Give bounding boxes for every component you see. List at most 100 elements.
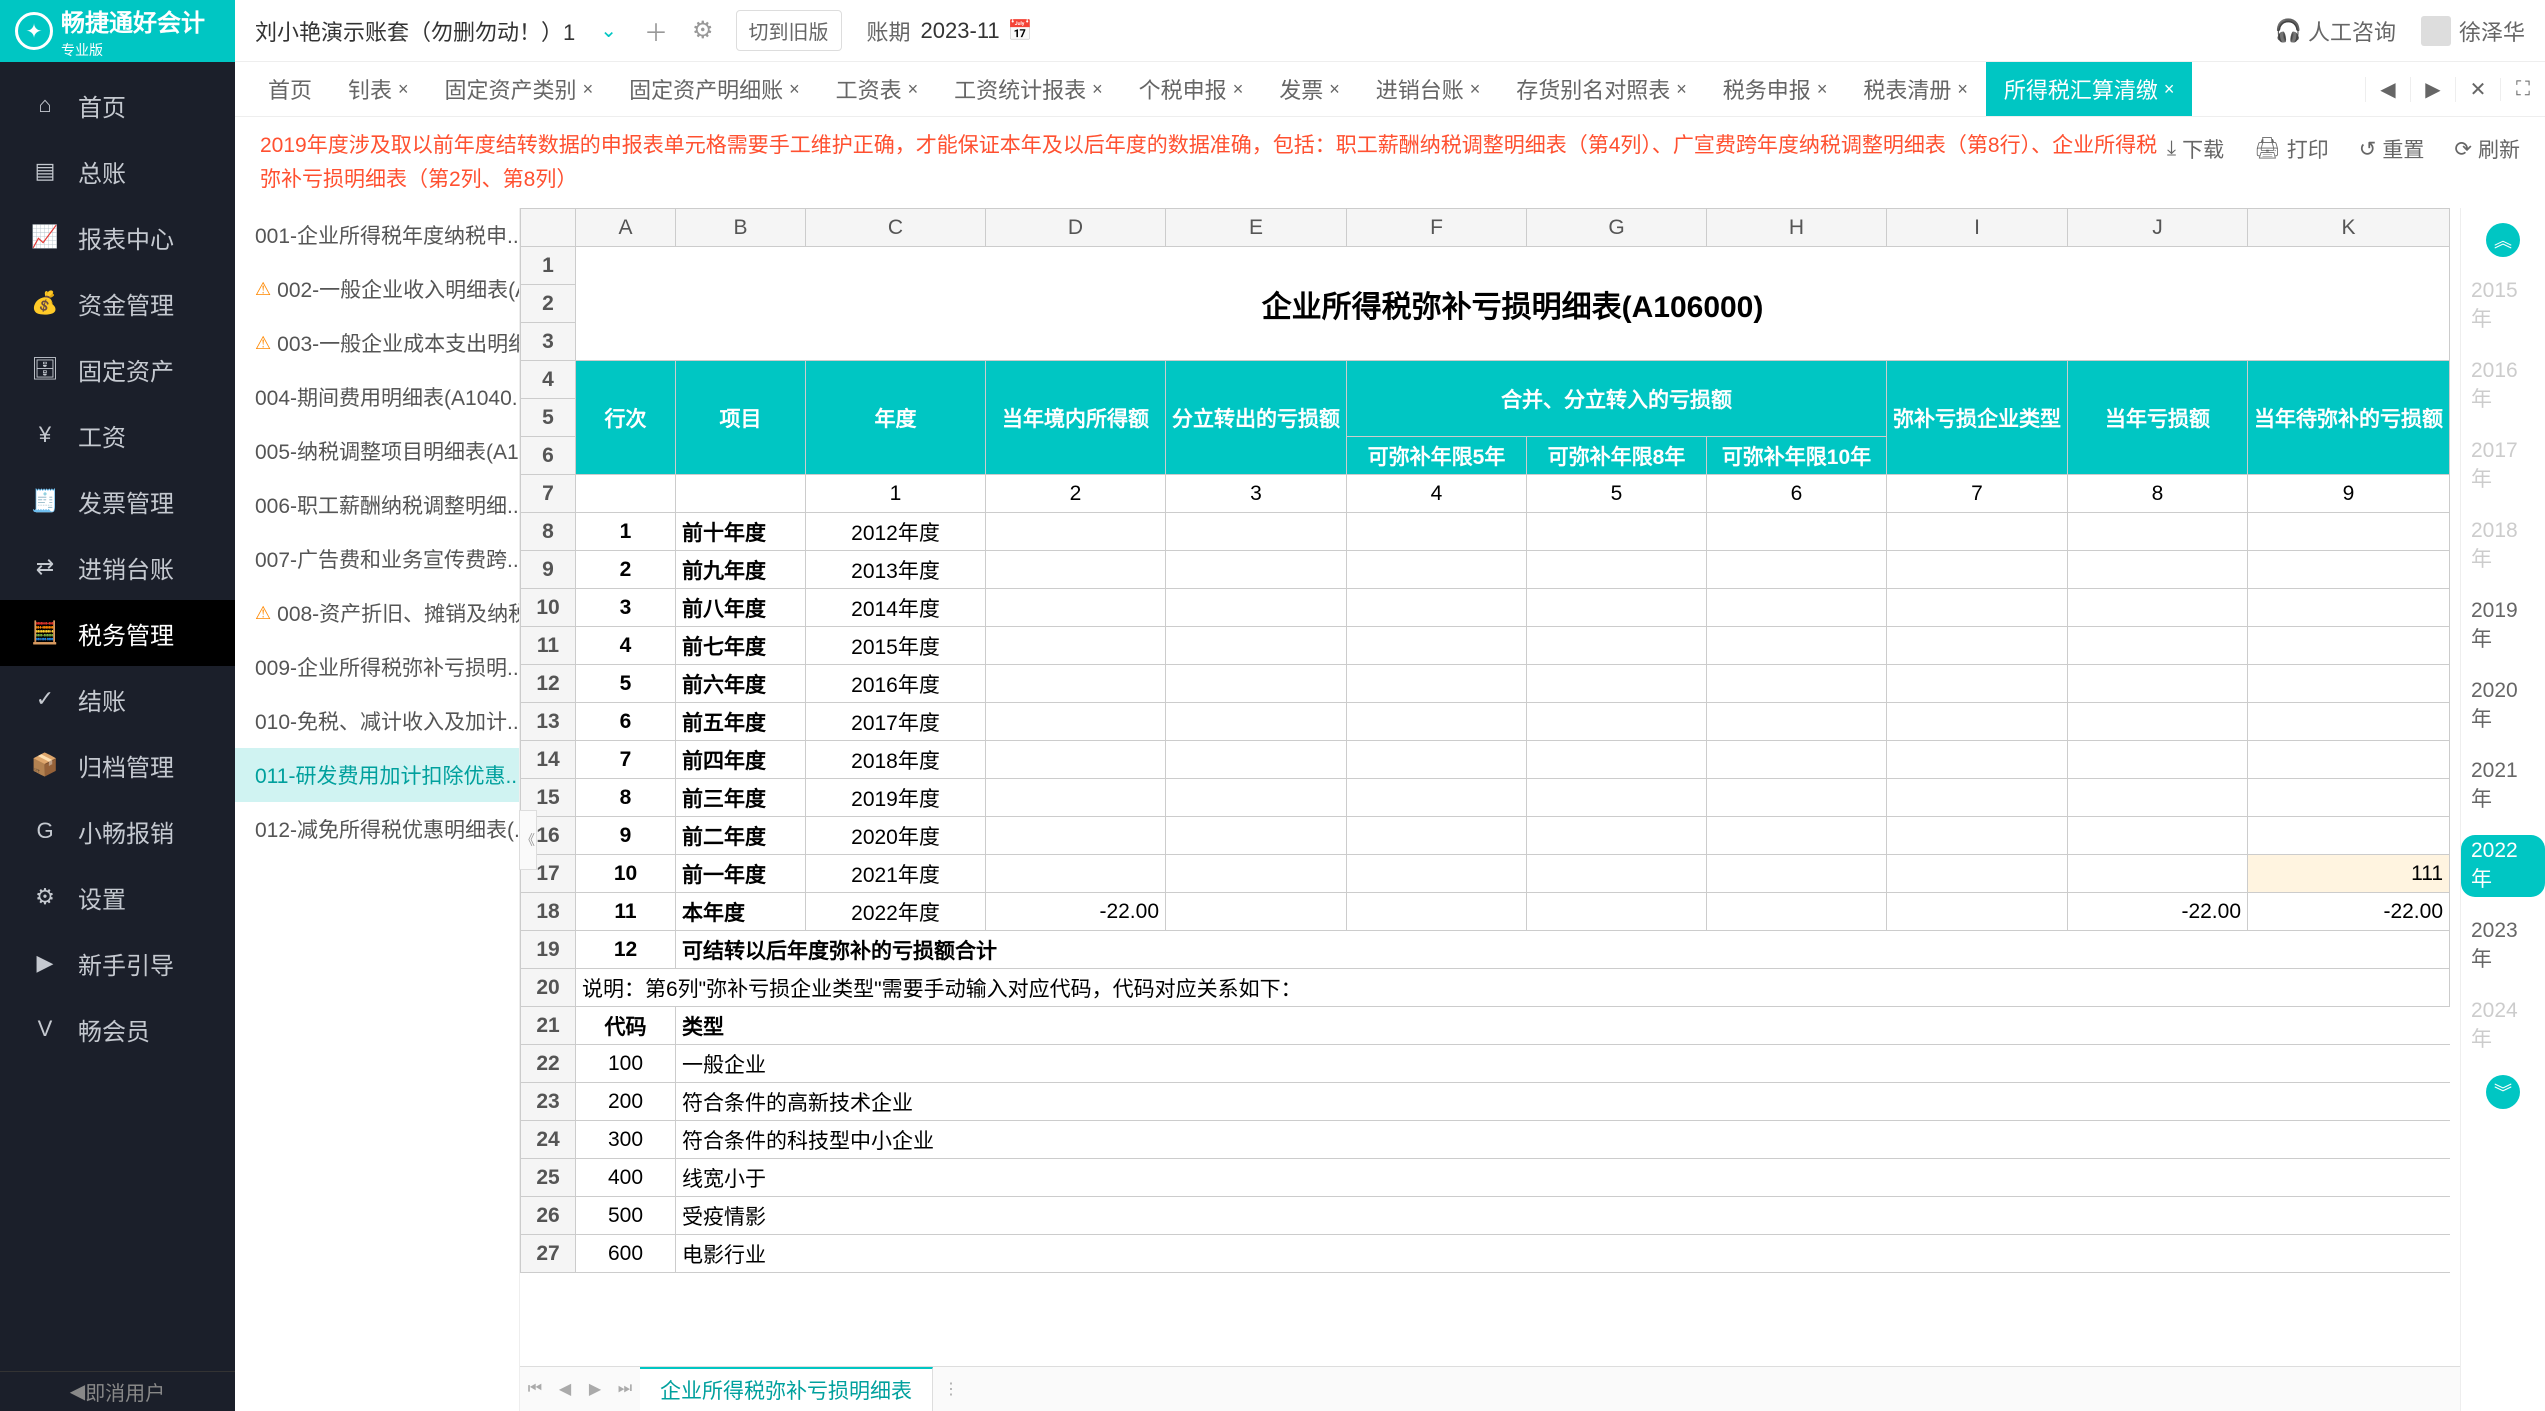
cell[interactable] [1887, 779, 2068, 817]
cell[interactable] [1347, 855, 1527, 893]
cell[interactable]: 前七年度 [676, 627, 806, 665]
cell[interactable]: 2013年度 [806, 551, 986, 589]
cell[interactable]: 6 [576, 703, 676, 741]
cell[interactable] [2248, 551, 2450, 589]
col-header[interactable]: F [1347, 209, 1527, 247]
cell[interactable]: -22.00 [986, 893, 1166, 931]
tab[interactable]: 税务申报× [1705, 62, 1846, 116]
sheet-next-icon[interactable]: ▶ [580, 1379, 610, 1399]
row-header[interactable]: 14 [521, 741, 576, 779]
row-header[interactable]: 4 [521, 361, 576, 399]
cell[interactable] [986, 779, 1166, 817]
row-header[interactable]: 24 [521, 1121, 576, 1159]
row-header[interactable]: 11 [521, 627, 576, 665]
cell[interactable] [1707, 893, 1887, 931]
cell[interactable]: 6 [1707, 475, 1887, 513]
cell[interactable] [2068, 665, 2248, 703]
close-icon[interactable]: × [1329, 79, 1340, 100]
cell[interactable] [1527, 665, 1707, 703]
cell[interactable]: 300 [576, 1121, 676, 1159]
cell[interactable] [1166, 893, 1347, 931]
cell[interactable] [2068, 779, 2248, 817]
cell[interactable] [1527, 855, 1707, 893]
cell[interactable]: 5 [1527, 475, 1707, 513]
sheet-prev-icon[interactable]: ◀ [550, 1379, 580, 1399]
cell[interactable] [1527, 741, 1707, 779]
cell[interactable]: 2019年度 [806, 779, 986, 817]
cell[interactable] [1887, 665, 2068, 703]
sidebar-item-fund[interactable]: 💰资金管理 [0, 270, 235, 336]
form-list-item[interactable]: ⚠003-一般企业成本支出明细... [235, 316, 519, 370]
row-header[interactable]: 10 [521, 589, 576, 627]
sheet-first-icon[interactable]: ⏮ [520, 1380, 550, 1398]
form-list-item[interactable]: 006-职工薪酬纳税调整明细... [235, 478, 519, 532]
close-icon[interactable]: × [1092, 79, 1103, 100]
cell[interactable]: 前八年度 [676, 589, 806, 627]
cell[interactable]: 1 [806, 475, 986, 513]
cell[interactable] [2248, 817, 2450, 855]
row-header[interactable]: 18 [521, 893, 576, 931]
row-header[interactable]: 20 [521, 969, 576, 1007]
form-list-item[interactable]: ⚠002-一般企业收入明细表(A1... [235, 262, 519, 316]
period-value[interactable]: 2023-11 [921, 18, 1000, 44]
row-header[interactable]: 3 [521, 323, 576, 361]
sidebar-item-inout[interactable]: ⇄进销台账 [0, 534, 235, 600]
year-down-icon[interactable]: ︾ [2486, 1075, 2520, 1109]
tab[interactable]: 所得税汇算清缴× [1986, 62, 2193, 116]
sidebar-item-ledger[interactable]: ▤总账 [0, 138, 235, 204]
cell[interactable]: 2021年度 [806, 855, 986, 893]
cell[interactable] [1166, 741, 1347, 779]
cell[interactable] [1527, 703, 1707, 741]
cell[interactable] [986, 665, 1166, 703]
col-header[interactable]: B [676, 209, 806, 247]
consult-button[interactable]: 🎧 人工咨询 [2275, 15, 2396, 47]
print-button[interactable]: 🖨打印 [2254, 134, 2329, 164]
cell[interactable] [1347, 665, 1527, 703]
cell[interactable]: 前二年度 [676, 817, 806, 855]
cell[interactable] [986, 703, 1166, 741]
form-list-item[interactable]: 012-减免所得税优惠明细表(... [235, 802, 519, 856]
row-header[interactable]: 22 [521, 1045, 576, 1083]
close-icon[interactable]: × [583, 79, 594, 100]
cell[interactable] [2248, 779, 2450, 817]
cell[interactable] [2248, 703, 2450, 741]
cell[interactable] [1347, 551, 1527, 589]
close-icon[interactable]: × [1957, 79, 1968, 100]
add-icon[interactable]: ＋ [644, 13, 668, 48]
old-version-button[interactable]: 切到旧版 [736, 10, 842, 51]
col-header[interactable]: J [2068, 209, 2248, 247]
sheet-tab[interactable]: 企业所得税弥补亏损明细表 [640, 1367, 933, 1411]
cell[interactable]: 4 [1347, 475, 1527, 513]
reset-button[interactable]: ↺重置 [2359, 134, 2425, 164]
tab[interactable]: 工资表× [818, 62, 937, 116]
tab[interactable]: 进销台账× [1358, 62, 1499, 116]
cell[interactable]: 2014年度 [806, 589, 986, 627]
cell[interactable] [1707, 513, 1887, 551]
sidebar-item-report[interactable]: G小畅报销 [0, 798, 235, 864]
cell[interactable] [1347, 779, 1527, 817]
row-header[interactable]: 13 [521, 703, 576, 741]
cell[interactable] [1347, 627, 1527, 665]
col-header[interactable]: G [1527, 209, 1707, 247]
cell[interactable]: 一般企业 [676, 1045, 2450, 1083]
cell[interactable]: 9 [576, 817, 676, 855]
cell[interactable] [1527, 817, 1707, 855]
cell[interactable]: 前六年度 [676, 665, 806, 703]
cell[interactable] [1887, 893, 2068, 931]
cell[interactable]: 11 [576, 893, 676, 931]
col-header[interactable]: D [986, 209, 1166, 247]
cell[interactable] [1347, 893, 1527, 931]
cell[interactable] [1887, 817, 2068, 855]
cell[interactable] [1166, 817, 1347, 855]
cell[interactable] [2068, 513, 2248, 551]
gear-icon[interactable]: ⚙ [692, 16, 714, 45]
calendar-icon[interactable]: 📅 [1008, 18, 1033, 43]
cell[interactable]: 400 [576, 1159, 676, 1197]
cell[interactable] [2248, 627, 2450, 665]
year-item[interactable]: 2019年 [2461, 595, 2545, 657]
cell[interactable] [1887, 703, 2068, 741]
cell[interactable] [2068, 551, 2248, 589]
cell[interactable]: 111 [2248, 855, 2450, 893]
cell[interactable] [986, 513, 1166, 551]
cell[interactable] [1887, 855, 2068, 893]
